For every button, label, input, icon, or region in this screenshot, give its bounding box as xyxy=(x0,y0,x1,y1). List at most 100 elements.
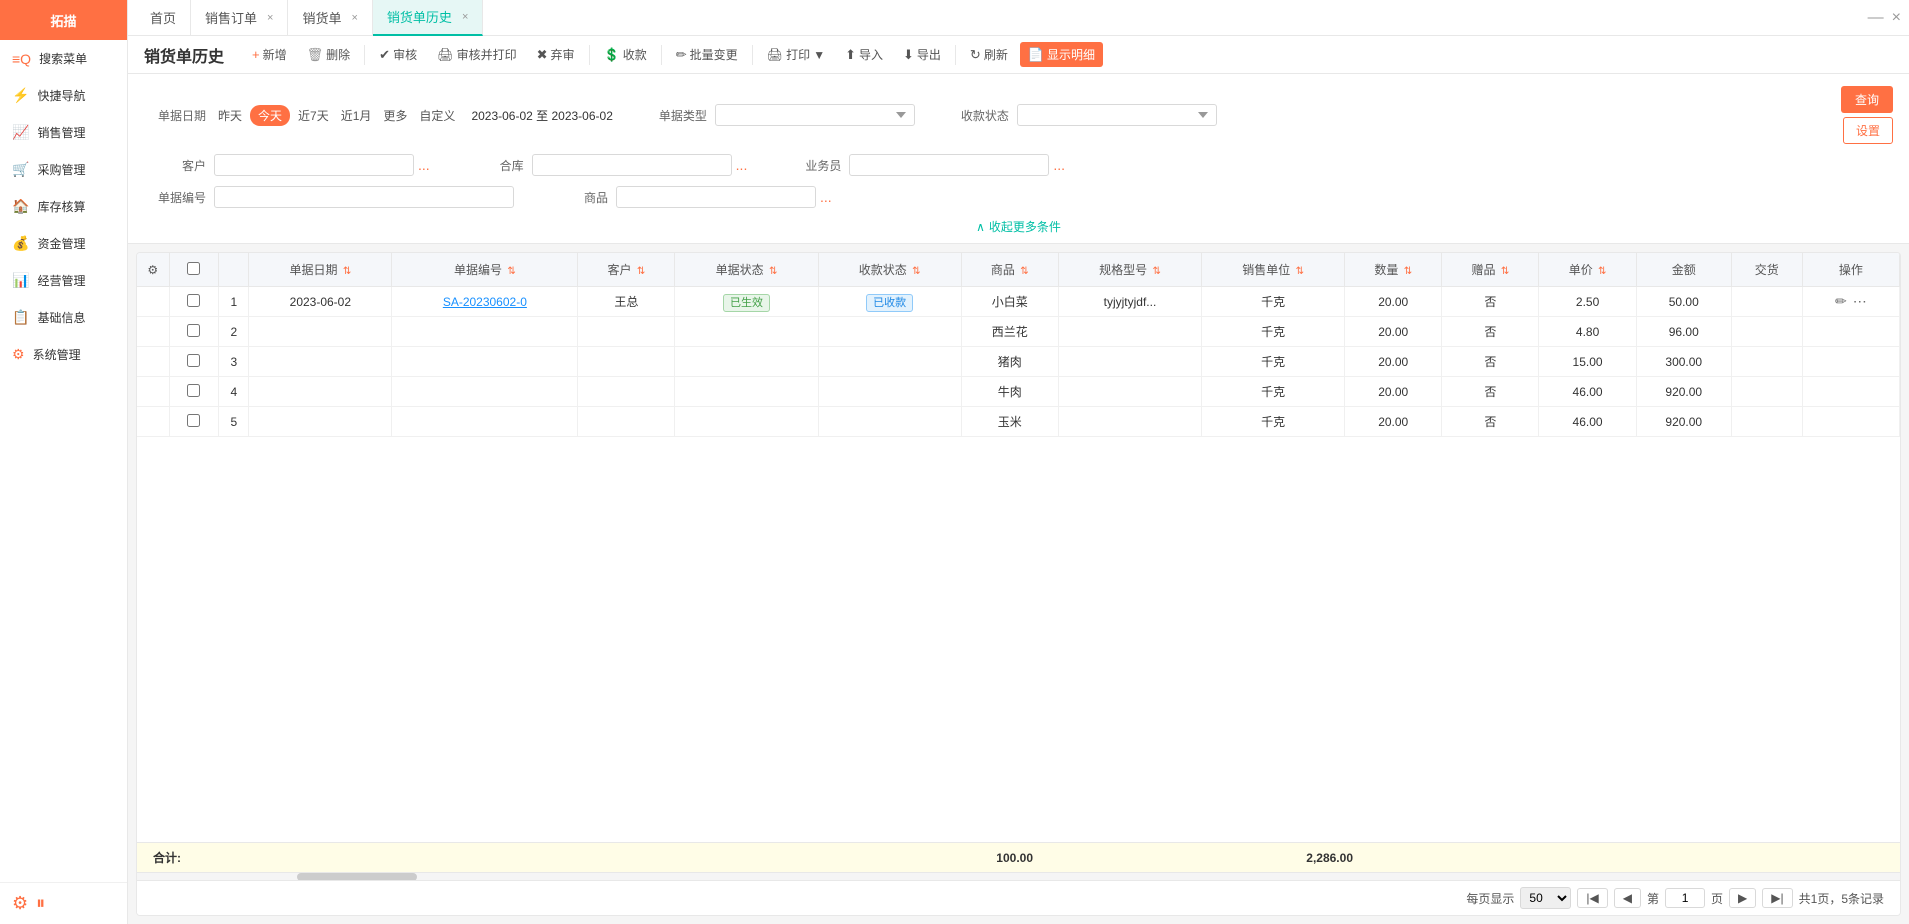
doc-no-input[interactable] xyxy=(214,186,514,208)
date-today[interactable]: 今天 xyxy=(250,105,290,126)
sidebar-item-finance-mgmt[interactable]: 💰 资金管理 xyxy=(0,225,127,262)
tab-sales-history[interactable]: 销货单历史 × xyxy=(373,0,483,36)
cell-action[interactable] xyxy=(1802,347,1899,377)
customer-input[interactable] xyxy=(214,154,414,176)
more-action[interactable]: ⋯ xyxy=(1853,293,1867,309)
tab-sales-order-close[interactable]: × xyxy=(267,12,273,24)
sidebar-item-ops-mgmt[interactable]: 📊 经营管理 xyxy=(0,262,127,299)
col-gift[interactable]: 赠品 ⇅ xyxy=(1442,253,1539,287)
delete-button[interactable]: 🗑 删除 xyxy=(299,42,359,67)
new-button[interactable]: + 新增 xyxy=(244,42,295,67)
first-page-button[interactable]: |◀ xyxy=(1577,888,1607,908)
cell-action[interactable] xyxy=(1802,407,1899,437)
sidebar-item-inventory[interactable]: 🏠 库存核算 xyxy=(0,188,127,225)
show-detail-button[interactable]: 📄 显示明细 xyxy=(1020,42,1103,67)
cell-action[interactable] xyxy=(1802,317,1899,347)
col-gift-sort[interactable]: ⇅ xyxy=(1501,266,1509,277)
staff-dots[interactable]: ... xyxy=(1053,157,1065,173)
table-row[interactable]: 5 玉米 千克 20.00 否 46.00 920.00 xyxy=(137,407,1900,437)
horizontal-scrollbar[interactable] xyxy=(137,872,1900,880)
col-amount[interactable]: 金额 xyxy=(1636,253,1731,287)
batch-change-button[interactable]: ✏ 批量变更 xyxy=(668,42,746,67)
sidebar-item-purchase-mgmt[interactable]: 🛒 采购管理 xyxy=(0,151,127,188)
table-row[interactable]: 2 西兰花 千克 20.00 否 4.80 96.00 xyxy=(137,317,1900,347)
row-checkbox[interactable] xyxy=(187,294,200,307)
col-spec[interactable]: 规格型号 ⇅ xyxy=(1058,253,1201,287)
col-doc-status[interactable]: 单据状态 ⇅ xyxy=(675,253,818,287)
cell-doc-no[interactable] xyxy=(392,407,578,437)
col-date-sort[interactable]: ⇅ xyxy=(343,266,351,277)
doc-type-select[interactable] xyxy=(715,104,915,126)
per-page-select[interactable]: 50 100 xyxy=(1520,887,1571,909)
minimize-button[interactable]: — xyxy=(1868,9,1884,27)
col-customer-sort[interactable]: ⇅ xyxy=(637,266,645,277)
staff-input[interactable] xyxy=(849,154,1049,176)
review-print-button[interactable]: 🖨 审核并打印 xyxy=(429,42,525,67)
close-window-button[interactable]: × xyxy=(1892,9,1901,27)
tab-sales-history-close[interactable]: × xyxy=(462,11,468,23)
col-checkbox[interactable] xyxy=(169,253,219,287)
table-row[interactable]: 4 牛肉 千克 20.00 否 46.00 920.00 xyxy=(137,377,1900,407)
col-unit[interactable]: 销售单位 ⇅ xyxy=(1202,253,1345,287)
col-doc-status-sort[interactable]: ⇅ xyxy=(769,266,777,277)
table-row[interactable]: 3 猪肉 千克 20.00 否 15.00 300.00 xyxy=(137,347,1900,377)
last-page-button[interactable]: ▶| xyxy=(1762,888,1792,908)
tab-home[interactable]: 首页 xyxy=(136,0,191,36)
page-number-input[interactable] xyxy=(1665,888,1705,908)
setting-button[interactable]: 设置 xyxy=(1843,117,1893,144)
col-spec-sort[interactable]: ⇅ xyxy=(1152,266,1160,277)
edit-action[interactable]: ✏ xyxy=(1835,293,1847,309)
row-checkbox[interactable] xyxy=(187,414,200,427)
col-doc-no[interactable]: 单据编号 ⇅ xyxy=(392,253,578,287)
row-checkbox[interactable] xyxy=(187,324,200,337)
row-checkbox[interactable] xyxy=(187,354,200,367)
col-customer[interactable]: 客户 ⇅ xyxy=(578,253,675,287)
date-more[interactable]: 更多 xyxy=(379,105,411,126)
tab-sales-goods[interactable]: 销货单 × xyxy=(288,0,372,36)
cell-doc-no[interactable] xyxy=(392,377,578,407)
date-1month[interactable]: 近1月 xyxy=(337,105,376,126)
cell-checkbox[interactable] xyxy=(169,287,219,317)
cell-action[interactable]: ✏⋯ xyxy=(1802,287,1899,317)
collect-status-select[interactable] xyxy=(1017,104,1217,126)
cell-action[interactable] xyxy=(1802,377,1899,407)
col-goods[interactable]: 商品 ⇅ xyxy=(961,253,1058,287)
cell-checkbox[interactable] xyxy=(169,317,219,347)
cell-doc-no[interactable] xyxy=(392,347,578,377)
cell-checkbox[interactable] xyxy=(169,377,219,407)
abandon-button[interactable]: ✖ 弃审 xyxy=(529,42,583,67)
export-button[interactable]: ⬇ 导出 xyxy=(895,42,949,67)
sidebar-bottom-actions[interactable]: ⚙ ⏸ xyxy=(0,882,127,924)
col-price[interactable]: 单价 ⇅ xyxy=(1539,253,1636,287)
warehouse-dots[interactable]: ... xyxy=(736,157,748,173)
import-button[interactable]: ⬆ 导入 xyxy=(837,42,891,67)
date-custom[interactable]: 自定义 xyxy=(415,105,459,126)
row-checkbox[interactable] xyxy=(187,384,200,397)
sidebar-item-basic-info[interactable]: 📋 基础信息 xyxy=(0,299,127,336)
col-date[interactable]: 单据日期 ⇅ xyxy=(249,253,392,287)
print-button[interactable]: 🖨 打印 ▼ xyxy=(759,42,833,67)
cell-doc-no[interactable] xyxy=(392,317,578,347)
col-gear[interactable]: ⚙ xyxy=(137,253,169,287)
table-row[interactable]: 1 2023-06-02 SA-20230602-0 王总 已生效 已收款 小白… xyxy=(137,287,1900,317)
col-qty[interactable]: 数量 ⇅ xyxy=(1345,253,1442,287)
col-collect-status[interactable]: 收款状态 ⇅ xyxy=(818,253,961,287)
col-unit-sort[interactable]: ⇅ xyxy=(1296,266,1304,277)
goods-dots[interactable]: ... xyxy=(820,189,832,205)
date-yesterday[interactable]: 昨天 xyxy=(214,105,246,126)
goods-input[interactable] xyxy=(616,186,816,208)
sidebar-item-sales-mgmt[interactable]: 📈 销售管理 xyxy=(0,114,127,151)
warehouse-input[interactable] xyxy=(532,154,732,176)
sidebar-item-search-menu[interactable]: ≡Q 搜索菜单 xyxy=(0,40,127,77)
refresh-button[interactable]: ↻ 刷新 xyxy=(962,42,1016,67)
next-page-button[interactable]: ▶ xyxy=(1729,888,1756,908)
date-7days[interactable]: 近7天 xyxy=(294,105,333,126)
col-price-sort[interactable]: ⇅ xyxy=(1598,266,1606,277)
tab-sales-order[interactable]: 销售订单 × xyxy=(191,0,288,36)
col-qty-sort[interactable]: ⇅ xyxy=(1404,266,1412,277)
col-doc-no-sort[interactable]: ⇅ xyxy=(507,266,515,277)
collapse-button[interactable]: ∧ 收起更多条件 xyxy=(144,218,1893,235)
query-button[interactable]: 查询 xyxy=(1841,86,1893,113)
col-collect-status-sort[interactable]: ⇅ xyxy=(912,266,920,277)
select-all-checkbox[interactable] xyxy=(187,262,200,275)
